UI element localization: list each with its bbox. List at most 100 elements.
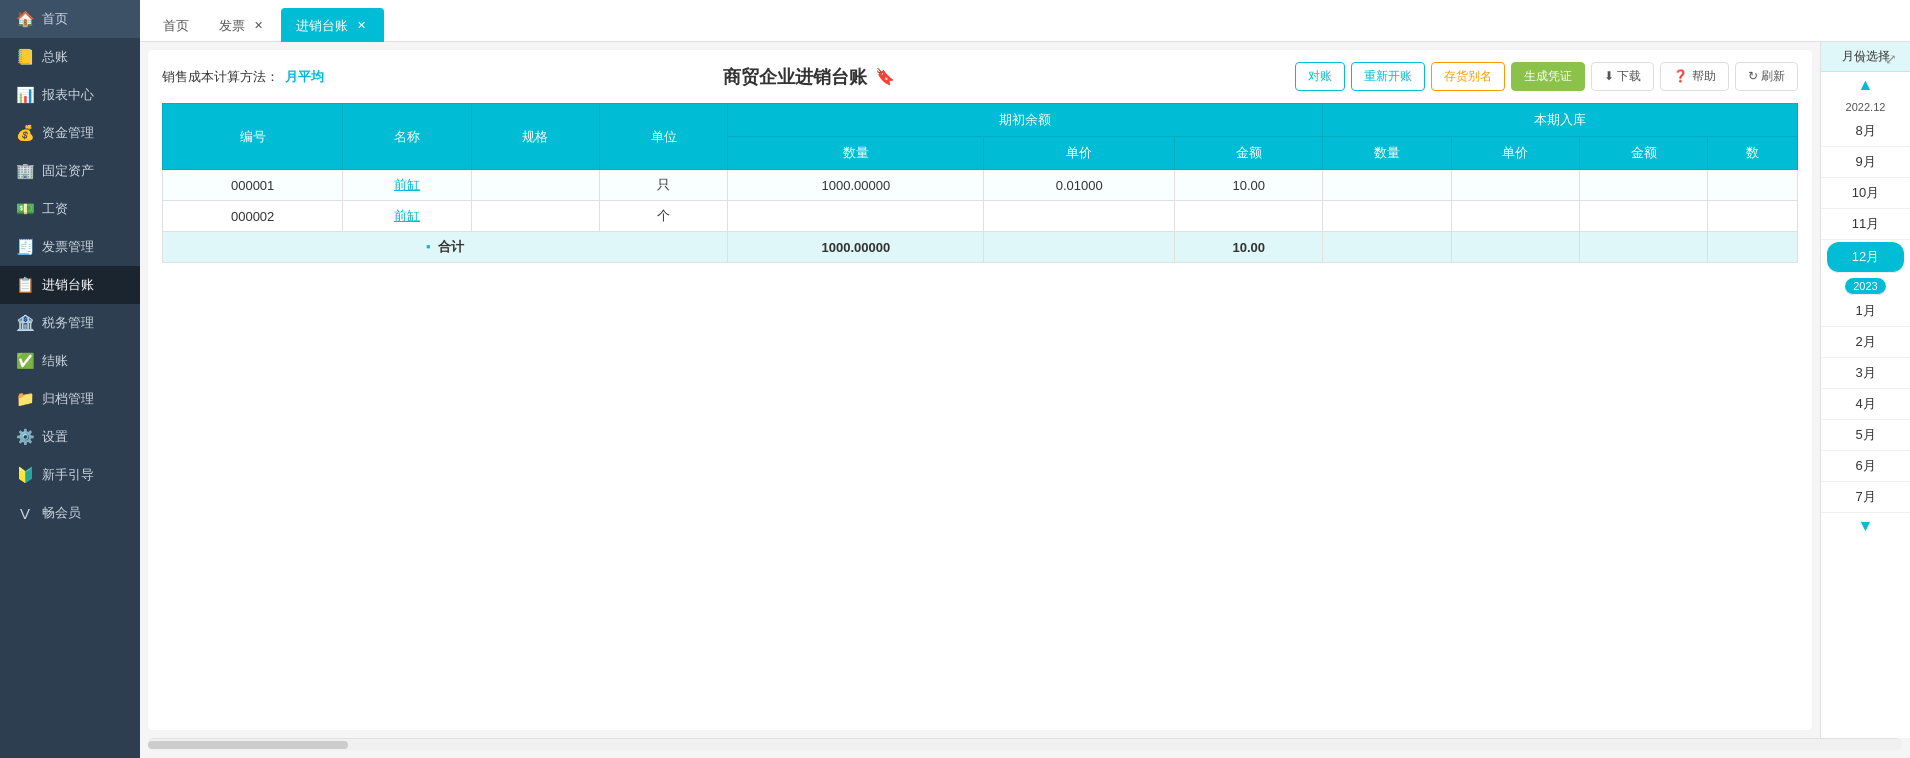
asset-icon: 🏢	[16, 162, 34, 180]
info-icon[interactable]: 🔖	[875, 67, 895, 86]
shengcheng-button[interactable]: 生成凭证	[1511, 62, 1585, 91]
total-in-shu	[1323, 232, 1451, 263]
guide-icon: 🔰	[16, 466, 34, 484]
col-header-name: 名称	[343, 104, 471, 170]
table-row: 000001 前缸 只 1000.00000 0.01000 10.00	[163, 170, 1798, 201]
sidebar-item-report[interactable]: 📊 报表中心	[0, 76, 140, 114]
col-qichu-danjia: 单价	[984, 137, 1175, 170]
main-panel: 销售成本计算方法： 月平均 商贸企业进销台账 🔖 对账 重新开账 存货别名 生成…	[148, 50, 1812, 730]
cell-id: 000002	[163, 201, 343, 232]
col-header-unit: 单位	[600, 104, 728, 170]
cell-qi-danjia: 0.01000	[984, 170, 1175, 201]
sidebar-item-archive[interactable]: 📁 归档管理	[0, 380, 140, 418]
sidebar-item-fund[interactable]: 💰 资金管理	[0, 114, 140, 152]
cell-in-danjia	[1451, 170, 1579, 201]
total-in-jine	[1580, 232, 1708, 263]
month-scroll-down[interactable]: ▼	[1821, 513, 1910, 539]
duizhang-button[interactable]: 对账	[1295, 62, 1345, 91]
cost-method: 销售成本计算方法： 月平均	[162, 68, 324, 86]
help-button[interactable]: ❓ 帮助	[1660, 62, 1728, 91]
home-icon: 🏠	[16, 10, 34, 28]
total-in-danjia	[1451, 232, 1579, 263]
sidebar-item-jinxiao[interactable]: 📋 进销台账	[0, 266, 140, 304]
refresh-button[interactable]: ↻ 刷新	[1735, 62, 1798, 91]
help-icon: ❓	[1673, 69, 1688, 83]
year-2022-label: 2022.12	[1821, 98, 1910, 116]
window-controls: ✕ ⤢	[1850, 48, 1902, 70]
cell-qi-danjia	[984, 201, 1175, 232]
tax-icon: 🏦	[16, 314, 34, 332]
cell-qi-jine	[1175, 201, 1323, 232]
total-qi-danjia	[984, 232, 1175, 263]
sidebar-item-salary[interactable]: 💵 工资	[0, 190, 140, 228]
tab-jinxiao-close[interactable]: ✕	[354, 18, 369, 33]
month-scroll-up[interactable]: ▲	[1821, 72, 1910, 98]
month-item-2023-6[interactable]: 6月	[1821, 451, 1910, 482]
report-icon: 📊	[16, 86, 34, 104]
col-header-qichu: 期初余额	[728, 104, 1323, 137]
top-bar: 销售成本计算方法： 月平均 商贸企业进销台账 🔖 对账 重新开账 存货别名 生成…	[162, 62, 1798, 91]
cunwei-button[interactable]: 存货别名	[1431, 62, 1505, 91]
sidebar-item-vip[interactable]: V 畅会员	[0, 494, 140, 532]
month-item-2023-3[interactable]: 3月	[1821, 358, 1910, 389]
cell-spec	[471, 170, 599, 201]
sidebar-item-ledger[interactable]: 📒 总账	[0, 38, 140, 76]
scrollbar-thumb[interactable]	[148, 741, 348, 749]
year-2023-badge: 2023	[1845, 278, 1885, 295]
jinxiao-icon: 📋	[16, 276, 34, 294]
col-qichu-jine: 金额	[1175, 137, 1323, 170]
month-item-2023-7[interactable]: 7月	[1821, 482, 1910, 513]
month-item-2023-1[interactable]: 1月	[1821, 296, 1910, 327]
month-item-2023-4[interactable]: 4月	[1821, 389, 1910, 420]
sidebar-item-home[interactable]: 🏠 首页	[0, 0, 140, 38]
sidebar-item-settle[interactable]: ✅ 结账	[0, 342, 140, 380]
cell-spec	[471, 201, 599, 232]
chongxin-button[interactable]: 重新开账	[1351, 62, 1425, 91]
month-item-8[interactable]: 8月	[1821, 116, 1910, 147]
table-row: 000002 前缸 个	[163, 201, 1798, 232]
month-item-10[interactable]: 10月	[1821, 178, 1910, 209]
invoice-mgmt-icon: 🧾	[16, 238, 34, 256]
month-item-9[interactable]: 9月	[1821, 147, 1910, 178]
month-panel: 月份选择 ▲ 2022.12 8月 9月 10月 11月 12月 2023 1月…	[1820, 42, 1910, 738]
sidebar-item-guide[interactable]: 🔰 新手引导	[0, 456, 140, 494]
col-header-id: 编号	[163, 104, 343, 170]
col-ruku-jine: 金额	[1580, 137, 1708, 170]
tab-jinxiao[interactable]: 进销台账 ✕	[281, 8, 384, 42]
col-qichu-shu: 数量	[728, 137, 984, 170]
archive-icon: 📁	[16, 390, 34, 408]
cell-name: 前缸	[343, 201, 471, 232]
download-icon: ⬇	[1604, 69, 1614, 83]
download-button[interactable]: ⬇ 下载	[1591, 62, 1654, 91]
sidebar-item-tax[interactable]: 🏦 税务管理	[0, 304, 140, 342]
toolbar: 对账 重新开账 存货别名 生成凭证 ⬇ 下载 ❓ 帮助 ↻ 刷新	[1295, 62, 1798, 91]
total-icon: ▪	[426, 239, 431, 254]
month-item-11[interactable]: 11月	[1821, 209, 1910, 240]
tab-invoice-close[interactable]: ✕	[251, 18, 266, 33]
sidebar-item-invoice-mgmt[interactable]: 🧾 发票管理	[0, 228, 140, 266]
tab-invoice[interactable]: 发票 ✕	[204, 8, 281, 42]
total-label: ▪ 合计	[163, 232, 728, 263]
close-window-button[interactable]: ✕	[1850, 48, 1872, 70]
fund-icon: 💰	[16, 124, 34, 142]
cell-qi-shu: 1000.00000	[728, 170, 984, 201]
total-qi-jine: 10.00	[1175, 232, 1323, 263]
cell-unit: 只	[600, 170, 728, 201]
content-area: ✕ ⤢ 销售成本计算方法： 月平均 商贸企业进销台账 🔖 对账 重新开账 存货别…	[140, 42, 1910, 738]
refresh-icon: ↻	[1748, 69, 1758, 83]
col-ruku-shu: 数量	[1323, 137, 1451, 170]
col-ruku-extra: 数	[1708, 137, 1798, 170]
tab-home[interactable]: 首页	[148, 8, 204, 42]
maximize-window-button[interactable]: ⤢	[1880, 48, 1902, 70]
cell-name: 前缸	[343, 170, 471, 201]
col-header-spec: 规格	[471, 104, 599, 170]
sidebar-item-settings[interactable]: ⚙️ 设置	[0, 418, 140, 456]
total-row: ▪ 合计 1000.00000 10.00	[163, 232, 1798, 263]
horizontal-scrollbar[interactable]	[148, 738, 1902, 750]
month-item-2023-2[interactable]: 2月	[1821, 327, 1910, 358]
cell-in-jine	[1580, 201, 1708, 232]
main-area: 首页 发票 ✕ 进销台账 ✕ ✕ ⤢ 销售成本计算方法： 月平均	[140, 0, 1910, 758]
month-item-12[interactable]: 12月	[1827, 242, 1904, 273]
month-item-2023-5[interactable]: 5月	[1821, 420, 1910, 451]
sidebar-item-asset[interactable]: 🏢 固定资产	[0, 152, 140, 190]
